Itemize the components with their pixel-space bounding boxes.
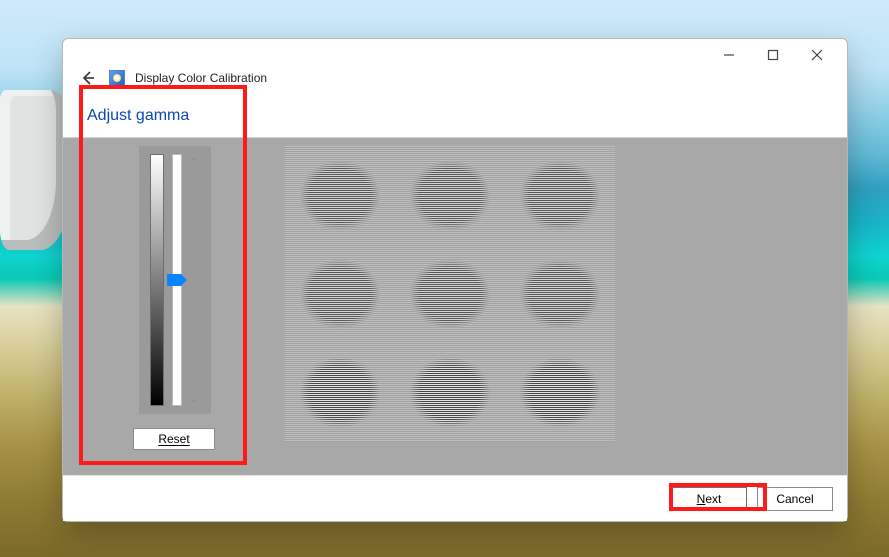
gamma-dot bbox=[513, 349, 607, 436]
tick-bottom: - bbox=[192, 395, 195, 406]
gamma-slider-thumb[interactable] bbox=[167, 274, 187, 286]
next-rest: ext bbox=[705, 492, 721, 506]
gamma-dot bbox=[293, 152, 387, 239]
maximize-button[interactable] bbox=[751, 41, 795, 69]
calibration-icon bbox=[109, 70, 125, 86]
gradient-legend bbox=[150, 154, 164, 406]
cancel-button[interactable]: Cancel bbox=[757, 487, 833, 511]
slider-ticks: - - bbox=[188, 154, 200, 406]
wizard-footer: Next Cancel bbox=[63, 475, 847, 521]
cancel-label: Cancel bbox=[776, 492, 813, 506]
reset-rest: eset bbox=[167, 432, 190, 446]
gamma-dot bbox=[513, 251, 607, 338]
wizard-header: Display Color Calibration bbox=[63, 67, 847, 95]
back-button[interactable] bbox=[77, 67, 99, 89]
gamma-dot bbox=[293, 349, 387, 436]
gamma-dot bbox=[293, 251, 387, 338]
gamma-dot bbox=[403, 349, 497, 436]
gamma-slider[interactable] bbox=[172, 154, 182, 406]
minimize-button[interactable] bbox=[707, 41, 751, 69]
calibration-area: - - Reset bbox=[63, 137, 847, 475]
gamma-dot bbox=[403, 152, 497, 239]
close-button[interactable] bbox=[795, 41, 839, 69]
gamma-test-pattern bbox=[285, 146, 615, 442]
calibration-window: Display Color Calibration Adjust gamma -… bbox=[62, 38, 848, 522]
window-title: Display Color Calibration bbox=[135, 71, 267, 85]
content-top: Adjust gamma bbox=[63, 95, 847, 135]
reset-button[interactable]: Reset bbox=[133, 428, 215, 450]
next-button[interactable]: Next bbox=[671, 487, 747, 511]
gamma-dot bbox=[513, 152, 607, 239]
page-heading: Adjust gamma bbox=[87, 107, 823, 125]
gamma-dot bbox=[403, 251, 497, 338]
gamma-slider-frame: - - bbox=[139, 146, 211, 414]
tick-top: - bbox=[192, 154, 195, 165]
reset-hotkey: R bbox=[158, 432, 167, 446]
